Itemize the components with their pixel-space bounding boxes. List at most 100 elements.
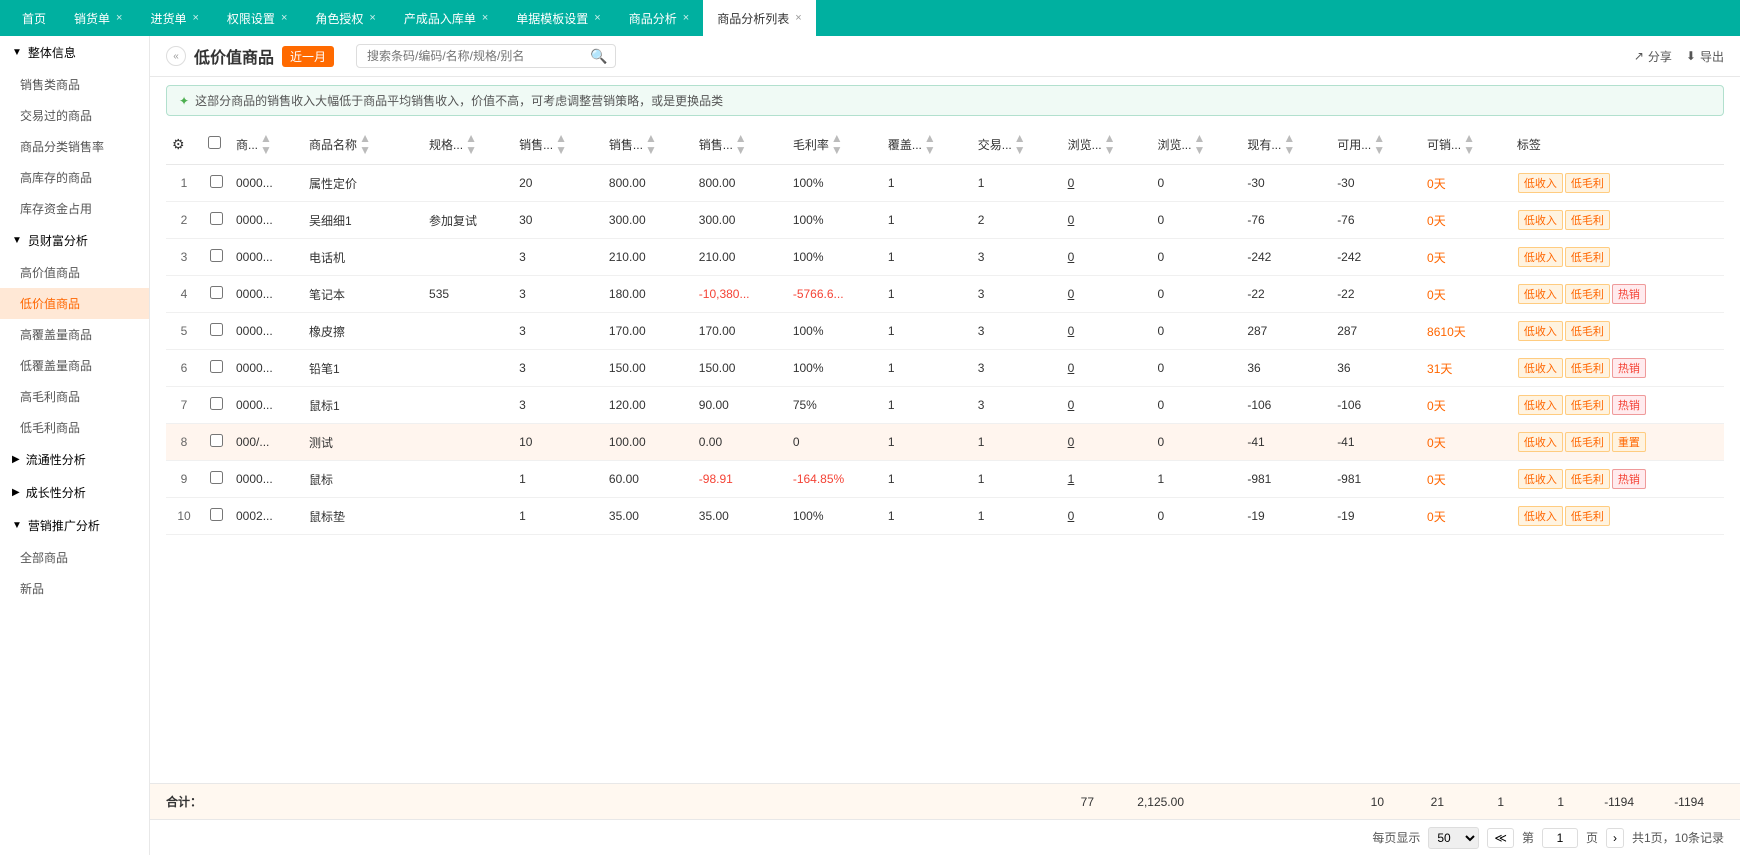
row-stock2: -41 <box>1331 424 1421 461</box>
row-checkbox[interactable] <box>210 397 223 410</box>
close-icon[interactable]: × <box>281 12 287 24</box>
row-checkbox[interactable] <box>210 212 223 225</box>
next-page-button[interactable]: › <box>1606 828 1624 848</box>
row-trade: 1 <box>972 424 1062 461</box>
nav-template[interactable]: 单据模板设置× <box>502 0 614 36</box>
col-stock1-sort[interactable]: 现有...▲▼ <box>1247 132 1295 156</box>
row-browse1[interactable]: 0 <box>1062 202 1152 239</box>
sidebar-item-traded-products[interactable]: 交易过的商品 <box>0 100 149 131</box>
date-tag-button[interactable]: 近一月 <box>282 46 334 67</box>
close-icon[interactable]: × <box>683 12 689 24</box>
col-name: 商品名称▲▼ <box>303 124 423 165</box>
sidebar-item-low-coverage[interactable]: 低覆盖量商品 <box>0 350 149 381</box>
sidebar-item-stock-capital[interactable]: 库存资金占用 <box>0 193 149 224</box>
row-checkbox[interactable] <box>210 360 223 373</box>
tag: 低收入 <box>1518 210 1563 230</box>
summary-cov: 10 <box>1344 795 1404 809</box>
select-all-checkbox[interactable] <box>208 136 221 149</box>
row-checkbox[interactable] <box>210 323 223 336</box>
sidebar-item-high-margin[interactable]: 高毛利商品 <box>0 381 149 412</box>
sidebar-group-header-growth[interactable]: ▶ 成长性分析 <box>0 476 149 509</box>
row-browse1[interactable]: 0 <box>1062 498 1152 535</box>
tag: 低毛利 <box>1565 284 1610 304</box>
sidebar-group-header-financial[interactable]: ▼ 员财富分析 <box>0 224 149 257</box>
sidebar-item-new-products[interactable]: 新品 <box>0 573 149 604</box>
close-icon[interactable]: × <box>116 12 122 24</box>
row-browse1[interactable]: 0 <box>1062 387 1152 424</box>
nav-sales[interactable]: 销货单× <box>60 0 136 36</box>
col-code-sort[interactable]: 商...▲▼ <box>236 132 272 156</box>
col-code: 商...▲▼ <box>230 124 303 165</box>
row-s1: 30 <box>513 202 603 239</box>
row-browse1[interactable]: 0 <box>1062 239 1152 276</box>
row-browse1[interactable]: 0 <box>1062 165 1152 202</box>
nav-role[interactable]: 角色授权× <box>301 0 389 36</box>
row-checkbox[interactable] <box>210 249 223 262</box>
row-browse1[interactable]: 1 <box>1062 461 1152 498</box>
close-icon[interactable]: × <box>594 12 600 24</box>
nav-home[interactable]: 首页 <box>8 0 60 36</box>
sidebar-group-header-circulation[interactable]: ▶ 流通性分析 <box>0 443 149 476</box>
nav-purchase[interactable]: 进货单× <box>136 0 212 36</box>
sidebar-group-header-marketing[interactable]: ▼ 营销推广分析 <box>0 509 149 542</box>
tag: 低收入 <box>1518 358 1563 378</box>
close-icon[interactable]: × <box>482 12 488 24</box>
row-checkbox[interactable] <box>210 508 223 521</box>
close-icon[interactable]: × <box>795 12 801 24</box>
sidebar-item-all-products[interactable]: 全部商品 <box>0 542 149 573</box>
search-input[interactable] <box>356 44 616 68</box>
col-browse2-sort[interactable]: 浏览...▲▼ <box>1157 132 1205 156</box>
sidebar-item-category-sales[interactable]: 商品分类销售率 <box>0 131 149 162</box>
row-checkbox[interactable] <box>210 175 223 188</box>
page-number-input[interactable] <box>1542 828 1578 848</box>
col-browse1-sort[interactable]: 浏览...▲▼ <box>1068 132 1116 156</box>
sidebar-item-high-coverage[interactable]: 高覆盖量商品 <box>0 319 149 350</box>
col-s1-sort[interactable]: 销售...▲▼ <box>519 132 567 156</box>
col-trade-sort[interactable]: 交易...▲▼ <box>978 132 1026 156</box>
share-button[interactable]: ↗ 分享 <box>1634 48 1672 65</box>
close-icon[interactable]: × <box>192 12 198 24</box>
settings-icon[interactable]: ⚙ <box>172 136 185 152</box>
row-checkbox[interactable] <box>210 286 223 299</box>
nav-product-analysis-list[interactable]: 商品分析列表× <box>703 0 815 36</box>
table-row: 50000...橡皮擦3170.00170.00100%130028728786… <box>166 313 1724 350</box>
row-browse2: 0 <box>1151 350 1241 387</box>
row-browse1[interactable]: 0 <box>1062 313 1152 350</box>
per-page-select[interactable]: 50 100 200 <box>1428 827 1479 849</box>
sidebar-item-low-margin[interactable]: 低毛利商品 <box>0 412 149 443</box>
sidebar-collapse-button[interactable]: « <box>166 46 186 66</box>
sidebar-item-high-value[interactable]: 高价值商品 <box>0 257 149 288</box>
col-name-sort[interactable]: 商品名称▲▼ <box>309 132 371 156</box>
col-checkbox <box>202 124 230 165</box>
row-browse1[interactable]: 0 <box>1062 424 1152 461</box>
notice-bar: ✦ 这部分商品的销售收入大幅低于商品平均销售收入，价值不高，可考虑调整营销策略，… <box>166 85 1724 116</box>
col-rate-sort[interactable]: 毛利率▲▼ <box>793 132 843 156</box>
col-s3-sort[interactable]: 销售...▲▼ <box>699 132 747 156</box>
col-s3: 销售...▲▼ <box>693 124 787 165</box>
nav-product-in[interactable]: 产成品入库单× <box>390 0 502 36</box>
col-s2-sort[interactable]: 销售...▲▼ <box>609 132 657 156</box>
close-icon[interactable]: × <box>369 12 375 24</box>
row-checkbox[interactable] <box>210 471 223 484</box>
row-browse1[interactable]: 0 <box>1062 276 1152 313</box>
row-code: 0000... <box>230 276 303 313</box>
sidebar-item-sales-products[interactable]: 销售类商品 <box>0 69 149 100</box>
first-page-button[interactable]: ≪ <box>1487 828 1514 848</box>
col-cov-sort[interactable]: 覆盖...▲▼ <box>888 132 936 156</box>
sidebar-item-low-value[interactable]: 低价值商品 <box>0 288 149 319</box>
col-spec-sort[interactable]: 规格...▲▼ <box>429 132 477 156</box>
row-checkbox[interactable] <box>210 434 223 447</box>
export-button[interactable]: ⬇ 导出 <box>1686 48 1724 65</box>
table-row: 20000...吴细细1参加复试30300.00300.00100%1200-7… <box>166 202 1724 239</box>
nav-product-analysis[interactable]: 商品分析× <box>615 0 703 36</box>
col-stock2-sort[interactable]: 可用...▲▼ <box>1337 132 1385 156</box>
nav-permission[interactable]: 权限设置× <box>213 0 301 36</box>
col-settings[interactable]: ⚙ <box>166 124 202 165</box>
collapse-arrow-icon: ▶ <box>12 454 20 465</box>
col-stock3-sort[interactable]: 可销...▲▼ <box>1427 132 1475 156</box>
sidebar-group-header-overview[interactable]: ▼ 整体信息 <box>0 36 149 69</box>
row-trade: 3 <box>972 350 1062 387</box>
row-browse1[interactable]: 0 <box>1062 350 1152 387</box>
row-coverage: 1 <box>882 387 972 424</box>
sidebar-item-high-stock[interactable]: 高库存的商品 <box>0 162 149 193</box>
